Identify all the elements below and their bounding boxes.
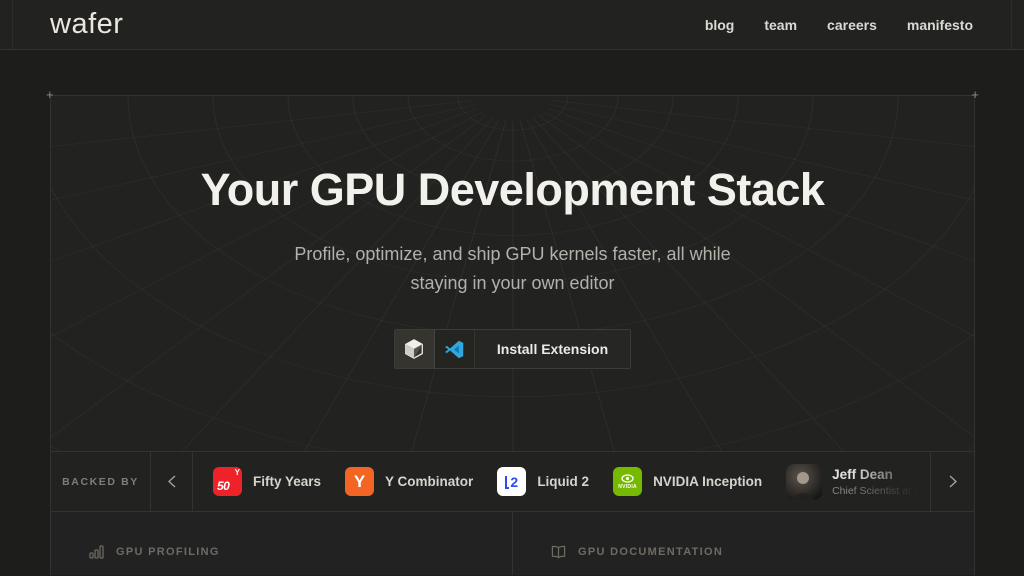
carousel-prev-button[interactable] (151, 452, 193, 511)
investor-name: Fifty Years (253, 474, 322, 489)
tab-label: GPU DOCUMENTATION (578, 545, 724, 558)
carousel-next-button[interactable] (930, 452, 974, 511)
content-column: + + Your GPU Development Stack Profile, … (46, 88, 979, 575)
hero-section: Your GPU Development Stack Profile, opti… (51, 95, 974, 451)
book-icon (551, 545, 566, 559)
investor-nvidia-inception[interactable]: NVIDIA NVIDIA Inception (613, 467, 762, 496)
backed-by-bar: BACKED BY 50 Y Fifty Years Y Y Combinato… (51, 451, 974, 511)
nav-item-careers[interactable]: careers (827, 17, 877, 33)
nav-item-blog[interactable]: blog (705, 17, 735, 33)
nav-links: blog team careers manifesto (705, 17, 973, 33)
backer-jeff-dean[interactable]: Jeff Dean Chief Scientist at Google (786, 463, 930, 500)
install-extension-button[interactable]: Install Extension (393, 329, 632, 369)
fifty-years-logo-icon: 50 Y (213, 467, 242, 496)
chevron-right-icon (949, 475, 957, 488)
brand-logo[interactable]: wafer (50, 8, 123, 41)
cursor-cube-icon (405, 339, 424, 359)
avatar (786, 463, 823, 500)
investor-carousel: 50 Y Fifty Years Y Y Combinator 2 Liquid… (193, 452, 930, 511)
investor-y-combinator[interactable]: Y Y Combinator (345, 467, 473, 496)
hero-subtitle-line2: staying in your own editor (410, 273, 615, 293)
y-combinator-logo-icon: Y (345, 467, 375, 496)
top-nav-bar: wafer blog team careers manifesto (0, 0, 1024, 50)
hero-subtitle-line1: Profile, optimize, and ship GPU kernels … (294, 244, 731, 264)
corner-plus-icon: + (971, 87, 979, 102)
feature-tabs: GPU PROFILING GPU DOCUMENTATION (51, 511, 974, 575)
investor-liquid-2[interactable]: 2 Liquid 2 (497, 467, 589, 496)
corner-plus-icon: + (46, 87, 54, 102)
tab-gpu-profiling[interactable]: GPU PROFILING (51, 512, 513, 575)
bar-chart-icon (89, 544, 104, 559)
backer-title: Chief Scientist at Google (832, 484, 930, 497)
backed-by-label: BACKED BY (62, 475, 139, 488)
install-extension-label: Install Extension (496, 341, 609, 357)
page-title: Your GPU Development Stack (200, 164, 825, 215)
cursor-editor-toggle[interactable] (394, 330, 435, 368)
backer-name: Jeff Dean (832, 466, 893, 482)
investor-name: NVIDIA Inception (653, 474, 763, 489)
vscode-icon (444, 340, 464, 358)
tab-gpu-documentation[interactable]: GPU DOCUMENTATION (513, 512, 974, 575)
nav-item-manifesto[interactable]: manifesto (907, 17, 973, 33)
liquid-2-logo-icon: 2 (497, 467, 527, 496)
investor-name: Liquid 2 (537, 474, 590, 489)
investor-name: Y Combinator (385, 474, 474, 489)
investor-fifty-years[interactable]: 50 Y Fifty Years (213, 467, 321, 496)
tab-label: GPU PROFILING (116, 545, 220, 558)
nvidia-logo-icon: NVIDIA (613, 467, 643, 496)
vscode-editor-toggle[interactable] (434, 330, 475, 368)
chevron-left-icon (167, 475, 175, 488)
nav-item-team[interactable]: team (764, 17, 797, 33)
hero-subtitle: Profile, optimize, and ship GPU kernels … (51, 240, 974, 298)
